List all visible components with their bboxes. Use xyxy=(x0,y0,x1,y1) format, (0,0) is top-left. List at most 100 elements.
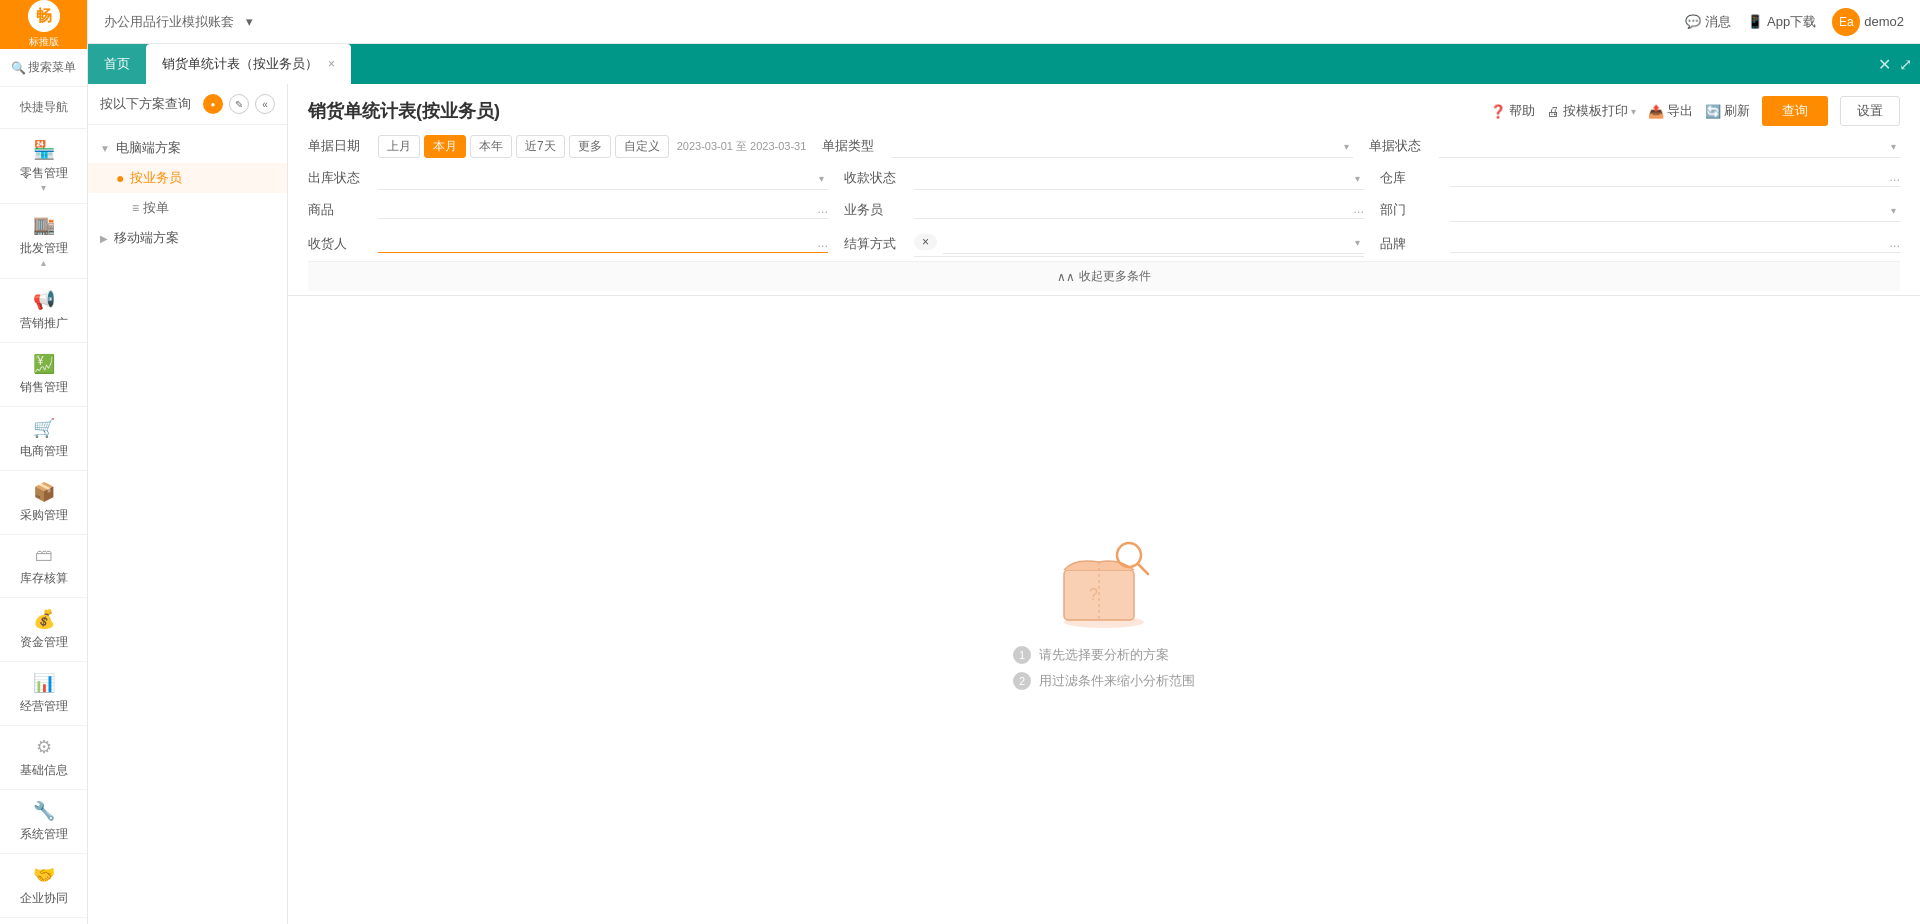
basic-icon: ⚙ xyxy=(36,736,52,758)
retail-icon: 🏪 xyxy=(33,139,55,161)
consignee-dots[interactable]: ... xyxy=(817,235,828,250)
out-status-select-wrapper: ▾ xyxy=(378,166,828,190)
sidebar-item-retail[interactable]: 🏪 零售管理 ▾ xyxy=(0,129,87,204)
date-btn-custom[interactable]: 自定义 xyxy=(615,135,669,158)
user-profile[interactable]: Ea demo2 xyxy=(1832,8,1904,36)
help-icon: ❓ xyxy=(1490,104,1506,119)
mobile-scheme-header[interactable]: ▶ 移动端方案 xyxy=(88,223,287,253)
sidebar-item-marketing[interactable]: 📢 营销推广 xyxy=(0,279,87,343)
tab-close-window-icon[interactable]: ✕ xyxy=(1878,55,1891,74)
empty-step-1: 1 请先选择要分析的方案 xyxy=(1013,646,1195,664)
sidebar-item-wholesale[interactable]: 🏬 批发管理 ▴ xyxy=(0,204,87,279)
sidebar-item-finance[interactable]: 💰 资金管理 xyxy=(0,598,87,662)
desktop-scheme-header[interactable]: ▼ 电脑端方案 xyxy=(88,133,287,163)
sidebar-quick-nav[interactable]: 快捷导航 xyxy=(0,87,87,129)
sidebar-logo[interactable]: 畅 标推版 xyxy=(0,0,88,49)
sidebar-item-basic[interactable]: ⚙ 基础信息 xyxy=(0,726,87,790)
warehouse-dots[interactable]: ... xyxy=(1889,169,1900,184)
help-link[interactable]: ❓ 帮助 xyxy=(1490,102,1535,120)
edit-scheme-button[interactable]: ✎ xyxy=(229,94,249,114)
mobile-scheme-label: 移动端方案 xyxy=(114,229,179,247)
sidebar-item-operations[interactable]: 📊 经营管理 xyxy=(0,662,87,726)
settlement-tag-close[interactable]: × xyxy=(922,235,929,249)
tab-sales-stat-label: 销货单统计表（按业务员） xyxy=(162,55,318,73)
collapse-filters-button[interactable]: ∧∧ 收起更多条件 xyxy=(308,261,1900,291)
recv-status-select-wrapper: ▾ xyxy=(914,166,1364,190)
scheme-salesman-label: 按业务员 xyxy=(130,169,182,187)
scheme-by-salesman[interactable]: ● 按业务员 xyxy=(88,163,287,193)
desktop-scheme-section: ▼ 电脑端方案 ● 按业务员 ≡ 按单 ▶ 移动端方案 xyxy=(88,125,287,261)
marketing-icon: 📢 xyxy=(33,289,55,311)
date-btn-this-year[interactable]: 本年 xyxy=(470,135,512,158)
scheme-order-icon: ≡ xyxy=(132,201,139,215)
sidebar-item-enterprise[interactable]: 🤝 企业协同 xyxy=(0,854,87,918)
recv-status-select[interactable] xyxy=(914,166,1364,190)
tab-close-icon[interactable]: × xyxy=(328,57,335,71)
left-panel-header: 按以下方案查询 ● ✎ « xyxy=(88,84,287,125)
filter-row-3: 商品 ... 业务员 ... xyxy=(308,198,1900,222)
sidebar-item-sales[interactable]: 💹 销售管理 xyxy=(0,343,87,407)
goods-input[interactable] xyxy=(378,201,813,216)
add-scheme-button[interactable]: ● xyxy=(203,94,223,114)
tab-home-label: 首页 xyxy=(104,55,130,73)
scheme-by-order[interactable]: ≡ 按单 xyxy=(88,193,287,223)
filter-brand: 品牌 ... xyxy=(1380,235,1900,253)
dept-select[interactable] xyxy=(1450,198,1900,222)
breadcrumb-dropdown[interactable]: ▾ xyxy=(246,14,253,29)
desktop-scheme-label: 电脑端方案 xyxy=(116,139,181,157)
filter-settlement: 结算方式 × ▾ xyxy=(844,230,1364,257)
left-panel: 按以下方案查询 ● ✎ « ▼ 电脑端方案 xyxy=(88,84,288,924)
sidebar-item-newbie[interactable]: 🎓 新手引导 xyxy=(0,918,87,924)
filter-salesman: 业务员 ... xyxy=(844,201,1364,219)
tab-maximize-icon[interactable]: ⤢ xyxy=(1899,55,1912,74)
print-link[interactable]: 🖨 按模板打印 ▾ xyxy=(1547,102,1636,120)
date-btn-more[interactable]: 更多 xyxy=(569,135,611,158)
page-title: 销货单统计表(按业务员) xyxy=(308,99,500,123)
settlement-select[interactable] xyxy=(943,230,1364,254)
goods-dots[interactable]: ... xyxy=(817,201,828,216)
tab-home[interactable]: 首页 xyxy=(88,44,146,84)
brand-label: 品牌 xyxy=(1380,235,1450,253)
refresh-link[interactable]: 🔄 刷新 xyxy=(1705,102,1750,120)
sidebar-item-ecommerce[interactable]: 🛒 电商管理 xyxy=(0,407,87,471)
consignee-input[interactable] xyxy=(378,235,813,250)
filter-row-4: 收货人 ... 结算方式 × xyxy=(308,230,1900,257)
brand-dots[interactable]: ... xyxy=(1889,235,1900,250)
tab-sales-stat[interactable]: 销货单统计表（按业务员） × xyxy=(146,44,351,84)
sidebar-item-purchase[interactable]: 📦 采购管理 xyxy=(0,471,87,535)
sidebar-item-inventory[interactable]: 🗃 库存核算 xyxy=(0,535,87,598)
brand-input[interactable] xyxy=(1450,235,1885,250)
query-button[interactable]: 查询 xyxy=(1762,96,1828,126)
export-link[interactable]: 📤 导出 xyxy=(1648,102,1693,120)
date-label: 单据日期 xyxy=(308,137,378,155)
order-type-select[interactable] xyxy=(892,134,1353,158)
salesman-input[interactable] xyxy=(914,201,1349,216)
date-btn-last-month[interactable]: 上月 xyxy=(378,135,420,158)
order-status-select[interactable] xyxy=(1439,134,1900,158)
setting-button[interactable]: 设置 xyxy=(1840,96,1900,126)
message-button[interactable]: 💬 消息 xyxy=(1685,13,1731,31)
print-chevron: ▾ xyxy=(1631,106,1636,117)
sidebar-item-system[interactable]: 🔧 系统管理 xyxy=(0,790,87,854)
date-btn-this-month[interactable]: 本月 xyxy=(424,135,466,158)
goods-input-wrapper: ... xyxy=(378,201,828,219)
quick-nav-label[interactable]: 快捷导航 xyxy=(0,95,87,120)
filter-warehouse: 仓库 ... xyxy=(1380,169,1900,187)
app-download-button[interactable]: 📱 App下载 xyxy=(1747,13,1816,31)
search-menu-label[interactable]: 🔍 帮助 搜索菜单 xyxy=(0,59,87,76)
salesman-dots[interactable]: ... xyxy=(1353,201,1364,216)
left-panel-title: 按以下方案查询 xyxy=(100,95,191,113)
main-area: 办公用品行业模拟账套 ▾ 💬 消息 📱 App下载 Ea demo2 首页 销货… xyxy=(88,0,1920,924)
sidebar-search-section[interactable]: 🔍 帮助 搜索菜单 xyxy=(0,49,87,87)
collapse-panel-button[interactable]: « xyxy=(255,94,275,114)
filter-dept: 部门 ▾ xyxy=(1380,198,1900,222)
message-icon: 💬 xyxy=(1685,14,1701,29)
out-status-select[interactable] xyxy=(378,166,828,190)
left-panel-actions: ● ✎ « xyxy=(203,94,275,114)
date-btn-7days[interactable]: 近7天 xyxy=(516,135,565,158)
step-1-num: 1 xyxy=(1013,646,1031,664)
logo-icon: 畅 xyxy=(28,0,60,32)
refresh-icon: 🔄 xyxy=(1705,104,1721,119)
order-status-select-wrapper: ▾ xyxy=(1439,134,1900,158)
warehouse-input[interactable] xyxy=(1450,169,1885,184)
